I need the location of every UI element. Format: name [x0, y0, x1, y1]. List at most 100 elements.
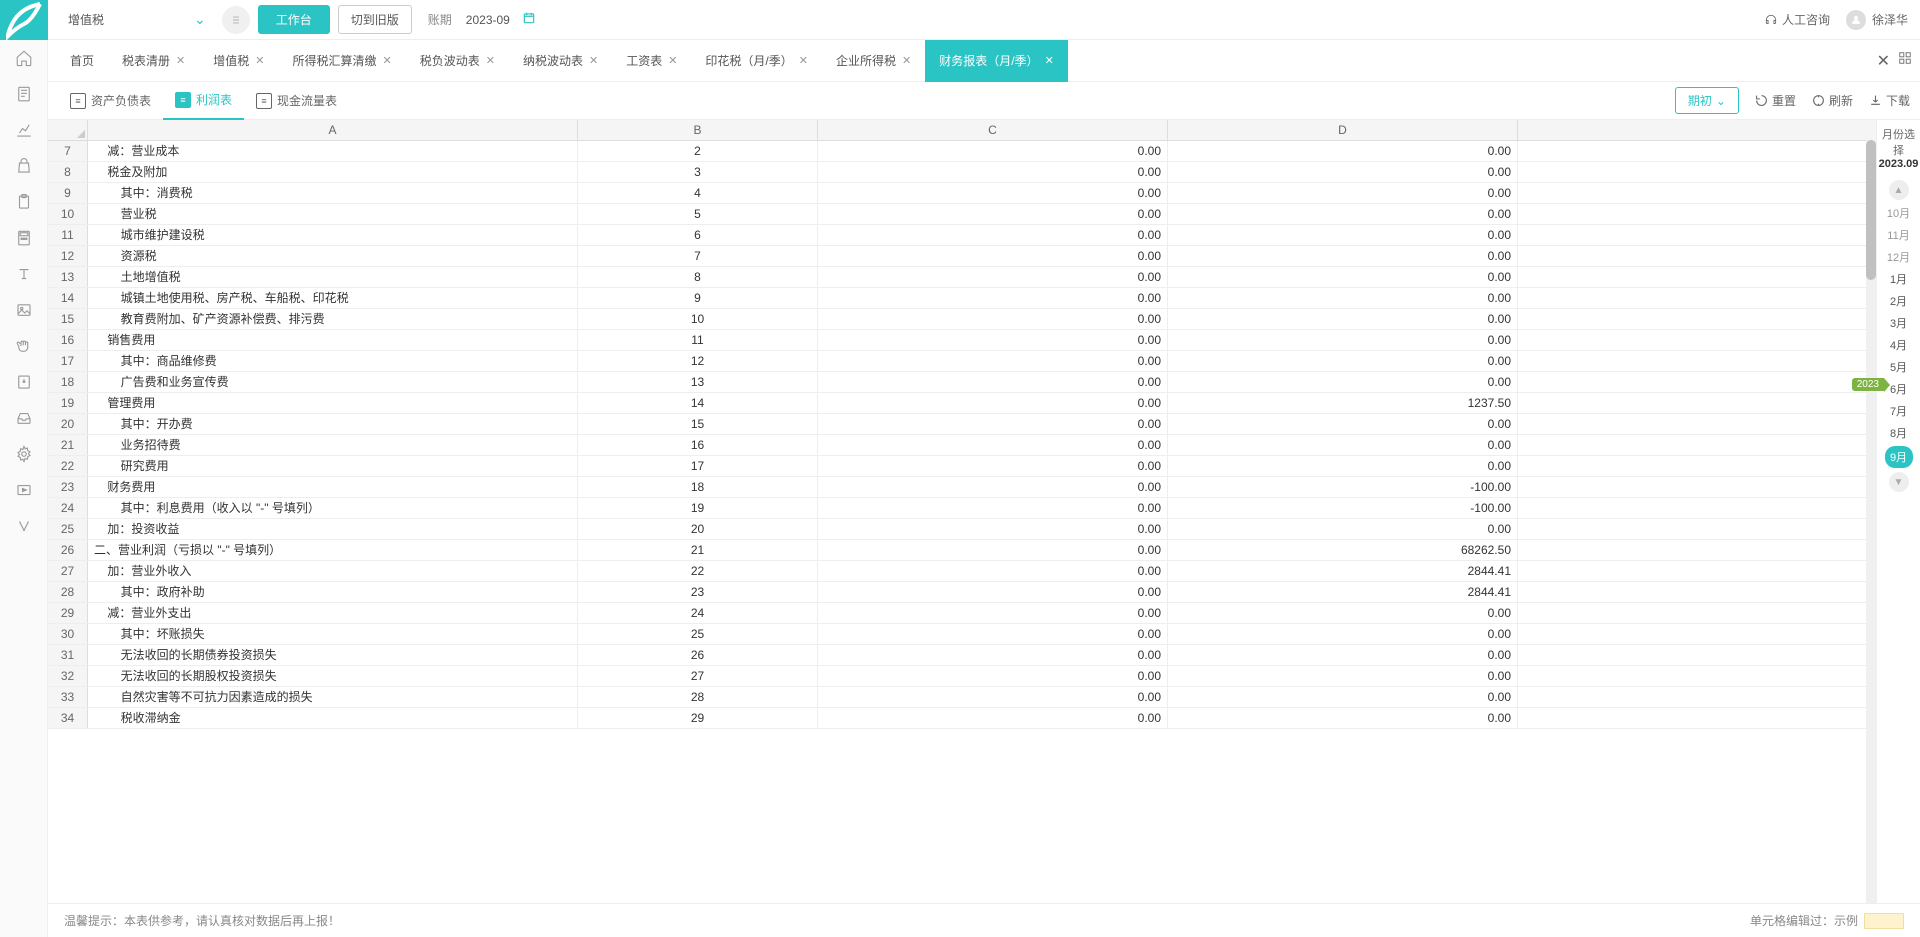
- row-header[interactable]: 19: [48, 393, 88, 413]
- cell[interactable]: 0.00: [818, 456, 1168, 476]
- cell[interactable]: 其中：坏账损失: [88, 624, 578, 644]
- cell[interactable]: 7: [578, 246, 818, 266]
- nav-calc[interactable]: [0, 220, 48, 256]
- row-header[interactable]: 22: [48, 456, 88, 476]
- consult-link[interactable]: 人工咨询: [1764, 11, 1830, 28]
- month-item[interactable]: 8月: [1877, 422, 1920, 444]
- cell[interactable]: 销售费用: [88, 330, 578, 350]
- nav-chart[interactable]: [0, 112, 48, 148]
- expand-icon[interactable]: [1898, 51, 1912, 71]
- month-item[interactable]: 7月: [1877, 400, 1920, 422]
- cell[interactable]: 8: [578, 267, 818, 287]
- cell[interactable]: 17: [578, 456, 818, 476]
- close-icon[interactable]: ✕: [486, 54, 495, 67]
- nav-clipboard[interactable]: [0, 184, 48, 220]
- close-icon[interactable]: ✕: [1045, 54, 1054, 67]
- month-item[interactable]: 1月: [1877, 268, 1920, 290]
- month-down-arrow[interactable]: ▼: [1889, 472, 1909, 492]
- cell[interactable]: 土地增值税: [88, 267, 578, 287]
- reset-button[interactable]: 重置: [1755, 92, 1796, 109]
- row-header[interactable]: 31: [48, 645, 88, 665]
- cell[interactable]: 其中：利息费用（收入以 "-" 号填列）: [88, 498, 578, 518]
- cell[interactable]: 0.00: [1168, 708, 1518, 728]
- switch-version-button[interactable]: 切到旧版: [338, 5, 412, 34]
- calendar-icon[interactable]: [522, 11, 536, 28]
- cell[interactable]: 0.00: [818, 540, 1168, 560]
- row-header[interactable]: 15: [48, 309, 88, 329]
- cell[interactable]: 资源税: [88, 246, 578, 266]
- col-header-d[interactable]: D: [1168, 120, 1518, 140]
- cell[interactable]: 0.00: [818, 603, 1168, 623]
- cell[interactable]: 0.00: [1168, 225, 1518, 245]
- cell[interactable]: 0.00: [818, 561, 1168, 581]
- tab-税表清册[interactable]: 税表清册✕: [108, 40, 199, 82]
- cell[interactable]: -100.00: [1168, 477, 1518, 497]
- cell[interactable]: 0.00: [818, 351, 1168, 371]
- cell[interactable]: 0.00: [818, 183, 1168, 203]
- row-header[interactable]: 21: [48, 435, 88, 455]
- cell[interactable]: 21: [578, 540, 818, 560]
- tab-增值税[interactable]: 增值税✕: [199, 40, 278, 82]
- cell[interactable]: 税金及附加: [88, 162, 578, 182]
- cell[interactable]: 加：投资收益: [88, 519, 578, 539]
- cell[interactable]: 营业税: [88, 204, 578, 224]
- col-header-b[interactable]: B: [578, 120, 818, 140]
- row-header[interactable]: 8: [48, 162, 88, 182]
- tab-印花税（月/季）[interactable]: 印花税（月/季）✕: [691, 40, 822, 82]
- cell[interactable]: 其中：商品维修费: [88, 351, 578, 371]
- cell[interactable]: 业务招待费: [88, 435, 578, 455]
- cell[interactable]: 18: [578, 477, 818, 497]
- row-header[interactable]: 14: [48, 288, 88, 308]
- cell[interactable]: 22: [578, 561, 818, 581]
- row-header[interactable]: 26: [48, 540, 88, 560]
- cell[interactable]: 10: [578, 309, 818, 329]
- cell[interactable]: -100.00: [1168, 498, 1518, 518]
- cell[interactable]: 16: [578, 435, 818, 455]
- cell[interactable]: 0.00: [1168, 183, 1518, 203]
- cell[interactable]: 0.00: [1168, 414, 1518, 434]
- cell[interactable]: 研究费用: [88, 456, 578, 476]
- cell[interactable]: 其中：消费税: [88, 183, 578, 203]
- cell[interactable]: 9: [578, 288, 818, 308]
- nav-hand[interactable]: [0, 328, 48, 364]
- cell[interactable]: 0.00: [818, 141, 1168, 161]
- cell[interactable]: 0.00: [818, 414, 1168, 434]
- cell[interactable]: 0.00: [818, 246, 1168, 266]
- cell[interactable]: 23: [578, 582, 818, 602]
- row-header[interactable]: 32: [48, 666, 88, 686]
- cell[interactable]: 教育费附加、矿产资源补偿费、排污费: [88, 309, 578, 329]
- vertical-scrollbar[interactable]: [1866, 140, 1876, 903]
- row-header[interactable]: 9: [48, 183, 88, 203]
- cell[interactable]: 25: [578, 624, 818, 644]
- cell[interactable]: 4: [578, 183, 818, 203]
- cell[interactable]: 0.00: [1168, 456, 1518, 476]
- nav-doc[interactable]: [0, 76, 48, 112]
- tab-工资表[interactable]: 工资表✕: [612, 40, 691, 82]
- nav-image[interactable]: [0, 292, 48, 328]
- cell[interactable]: 0.00: [1168, 603, 1518, 623]
- close-icon[interactable]: ✕: [902, 54, 911, 67]
- cell[interactable]: 12: [578, 351, 818, 371]
- nav-v[interactable]: [0, 508, 48, 544]
- cell[interactable]: 城市维护建设税: [88, 225, 578, 245]
- close-icon[interactable]: ✕: [799, 54, 808, 67]
- month-item[interactable]: 11月: [1877, 224, 1920, 246]
- cell[interactable]: 0.00: [818, 477, 1168, 497]
- cell[interactable]: 管理费用: [88, 393, 578, 413]
- workspace-button[interactable]: 工作台: [258, 5, 330, 34]
- col-header-a[interactable]: A: [88, 120, 578, 140]
- cell[interactable]: 0.00: [818, 372, 1168, 392]
- cell[interactable]: 0.00: [1168, 666, 1518, 686]
- cell[interactable]: 0.00: [1168, 645, 1518, 665]
- tab-企业所得税[interactable]: 企业所得税✕: [822, 40, 925, 82]
- row-header[interactable]: 13: [48, 267, 88, 287]
- cell[interactable]: 0.00: [1168, 309, 1518, 329]
- cell[interactable]: 27: [578, 666, 818, 686]
- close-all-icon[interactable]: ✕: [1877, 51, 1890, 71]
- cell[interactable]: 税收滞纳金: [88, 708, 578, 728]
- spreadsheet[interactable]: A B C D 7 减：营业成本20.000.008 税金及附加30.000.0…: [48, 120, 1876, 903]
- row-header[interactable]: 34: [48, 708, 88, 728]
- subtab-利润表[interactable]: ≡利润表: [163, 82, 244, 120]
- close-icon[interactable]: ✕: [255, 54, 264, 67]
- list-button[interactable]: [222, 6, 250, 34]
